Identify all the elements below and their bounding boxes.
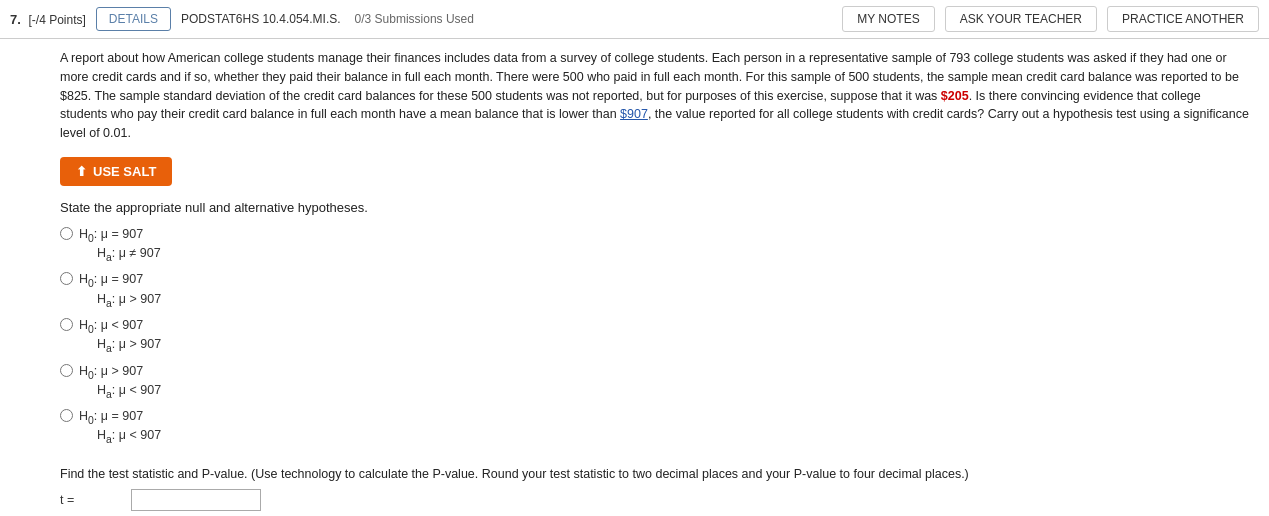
content-area: A report about how American college stud… bbox=[0, 39, 1269, 516]
details-button[interactable]: DETAILS bbox=[96, 7, 171, 31]
hypothesis-radio-4[interactable] bbox=[60, 364, 73, 377]
use-salt-button[interactable]: ⬆ USE SALT bbox=[60, 157, 172, 186]
q-num: 7. bbox=[10, 12, 21, 27]
hypothesis-option-3: H0: μ < 907 Ha: μ > 907 bbox=[60, 316, 1249, 354]
highlight-907: $907 bbox=[620, 107, 648, 121]
ask-teacher-button[interactable]: ASK YOUR TEACHER bbox=[945, 6, 1097, 32]
ha-3: Ha: μ > 907 bbox=[97, 337, 161, 354]
ha-2: Ha: μ > 907 bbox=[97, 292, 161, 309]
hypothesis-option-4: H0: μ > 907 Ha: μ < 907 bbox=[60, 362, 1249, 400]
podstat-label: PODSTAT6HS 10.4.054.MI.S. bbox=[181, 12, 341, 26]
submissions-label: 0/3 Submissions Used bbox=[355, 12, 474, 26]
hypothesis-radio-2[interactable] bbox=[60, 272, 73, 285]
hypothesis-option-1: H0: μ = 907 Ha: μ ≠ 907 bbox=[60, 225, 1249, 263]
top-bar: 7. [-/4 Points] DETAILS PODSTAT6HS 10.4.… bbox=[0, 0, 1269, 39]
ha-4: Ha: μ < 907 bbox=[97, 383, 161, 400]
hypotheses-radio-group: H0: μ = 907 Ha: μ ≠ 907 H0: μ = 907 Ha: … bbox=[60, 225, 1249, 453]
h0-3: H0: μ < 907 bbox=[79, 316, 161, 337]
ha-5: Ha: μ < 907 bbox=[97, 428, 161, 445]
hypothesis-radio-3[interactable] bbox=[60, 318, 73, 331]
h0-1: H0: μ = 907 bbox=[79, 225, 161, 246]
highlight-205: $205 bbox=[941, 89, 969, 103]
my-notes-button[interactable]: MY NOTES bbox=[842, 6, 934, 32]
t-input[interactable] bbox=[131, 489, 261, 511]
hypothesis-radio-5[interactable] bbox=[60, 409, 73, 422]
h0-4: H0: μ > 907 bbox=[79, 362, 161, 383]
h0-2: H0: μ = 907 bbox=[79, 270, 161, 291]
t-label: t = bbox=[60, 493, 125, 507]
hypotheses-section-label: State the appropriate null and alternati… bbox=[60, 200, 1249, 215]
hypothesis-radio-1[interactable] bbox=[60, 227, 73, 240]
h0-5: H0: μ = 907 bbox=[79, 407, 161, 428]
salt-icon: ⬆ bbox=[76, 164, 87, 179]
points-label: [-/4 Points] bbox=[28, 13, 85, 27]
t-input-row: t = bbox=[60, 489, 1249, 511]
problem-text: A report about how American college stud… bbox=[60, 49, 1249, 143]
hypothesis-option-5: H0: μ = 907 Ha: μ < 907 bbox=[60, 407, 1249, 445]
hypothesis-option-2: H0: μ = 907 Ha: μ > 907 bbox=[60, 270, 1249, 308]
question-number: 7. [-/4 Points] bbox=[10, 12, 86, 27]
find-label: Find the test statistic and P-value. (Us… bbox=[60, 467, 1249, 481]
ha-1: Ha: μ ≠ 907 bbox=[97, 246, 161, 263]
use-salt-label: USE SALT bbox=[93, 164, 156, 179]
practice-another-button[interactable]: PRACTICE ANOTHER bbox=[1107, 6, 1259, 32]
